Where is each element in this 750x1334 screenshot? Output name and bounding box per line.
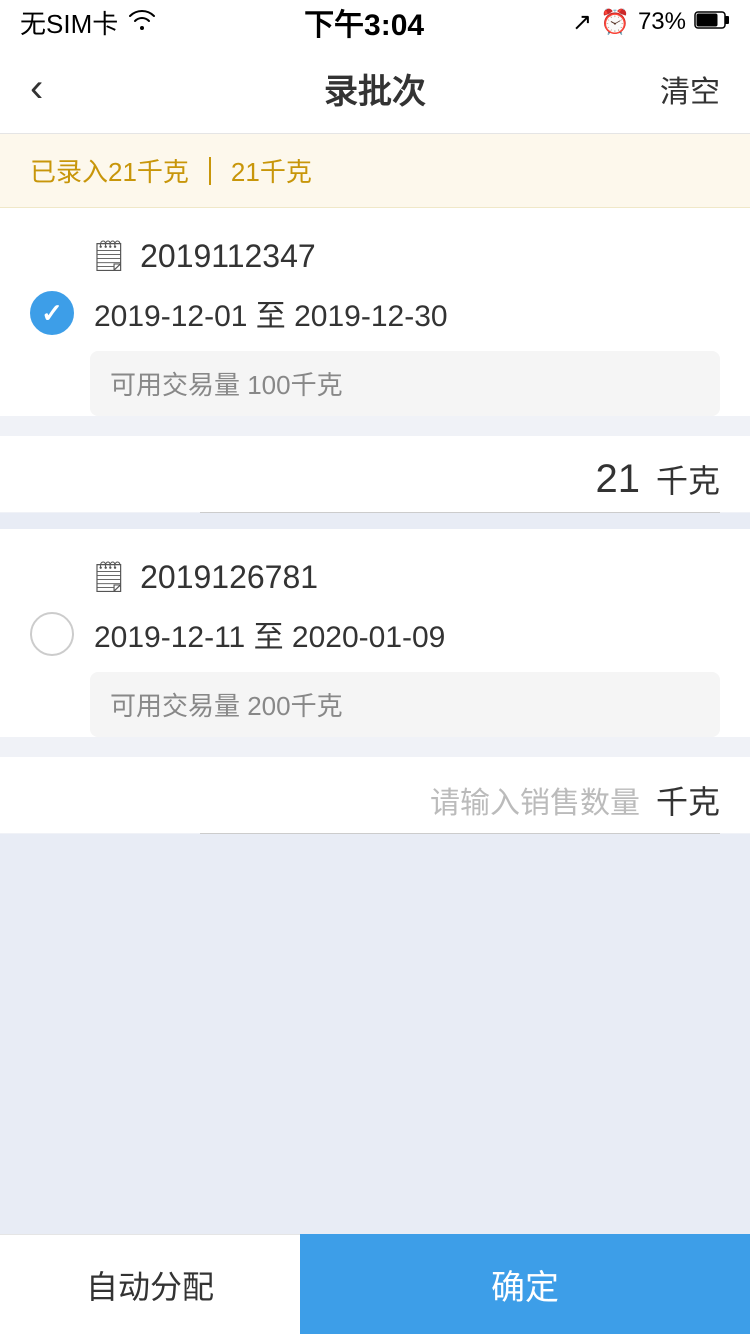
battery-icon (694, 8, 730, 36)
clear-button[interactable]: 清空 (660, 67, 720, 111)
batch-header-1: 🗒 2019112347 (30, 238, 720, 275)
batch-id-1: 2019112347 (140, 238, 316, 275)
batch-date-2: 2019-12-11 至 2020-01-09 (94, 612, 445, 656)
availability-2: 可用交易量 200千克 (90, 672, 720, 737)
bottom-bar: 自动分配 确定 (0, 1234, 750, 1334)
batch-date-1: 2019-12-01 至 2019-12-30 (94, 291, 448, 335)
batch-card-2: 🗒 2019126781 2019-12-11 至 2020-01-09 可用交… (0, 529, 750, 737)
batch-id-2: 2019126781 (140, 559, 318, 596)
battery-percent: 73% (638, 8, 686, 36)
input-unit-2: 千克 (656, 777, 720, 823)
status-right: ↗ ⏰ 73% (572, 8, 730, 37)
recorded-value: 21千克 (231, 152, 312, 189)
status-time: 下午3:04 (304, 0, 424, 44)
info-banner: 已录入21千克 21千克 (0, 134, 750, 208)
radio-1[interactable] (30, 291, 74, 335)
wifi-icon (128, 7, 156, 38)
radio-2[interactable] (30, 612, 74, 656)
quantity-value-1[interactable]: 21 (595, 457, 640, 502)
batch-row-2[interactable]: 2019-12-11 至 2020-01-09 (30, 612, 720, 656)
location-icon: ↗ (572, 8, 592, 37)
status-left: 无SIM卡 (20, 4, 156, 41)
batch-header-2: 🗒 2019126781 (30, 559, 720, 596)
quantity-unit-1: 千克 (656, 456, 720, 502)
section-sep (0, 513, 750, 529)
availability-1: 可用交易量 100千克 (90, 351, 720, 416)
input-placeholder-2: 请输入销售数量 (430, 778, 640, 822)
batch-row-1[interactable]: 2019-12-01 至 2019-12-30 (30, 291, 720, 335)
carrier-label: 无SIM卡 (20, 4, 118, 41)
recorded-label: 已录入21千克 (30, 152, 189, 189)
status-bar: 无SIM卡 下午3:04 ↗ ⏰ 73% (0, 0, 750, 44)
nav-bar: ‹ 录批次 清空 (0, 44, 750, 134)
alarm-icon: ⏰ (600, 8, 630, 37)
page-title: 录批次 (324, 64, 426, 113)
doc-icon-2: 🗒 (90, 560, 128, 595)
confirm-button[interactable]: 确定 (300, 1234, 750, 1334)
back-button[interactable]: ‹ (30, 66, 90, 111)
doc-icon-1: 🗒 (90, 239, 128, 274)
auto-distribute-button[interactable]: 自动分配 (0, 1234, 300, 1334)
batch-card-1: 🗒 2019112347 2019-12-01 至 2019-12-30 可用交… (0, 208, 750, 416)
info-divider (209, 157, 211, 185)
quantity-row-1: 21 千克 (0, 436, 750, 512)
input-row-2[interactable]: 请输入销售数量 千克 (0, 757, 750, 833)
